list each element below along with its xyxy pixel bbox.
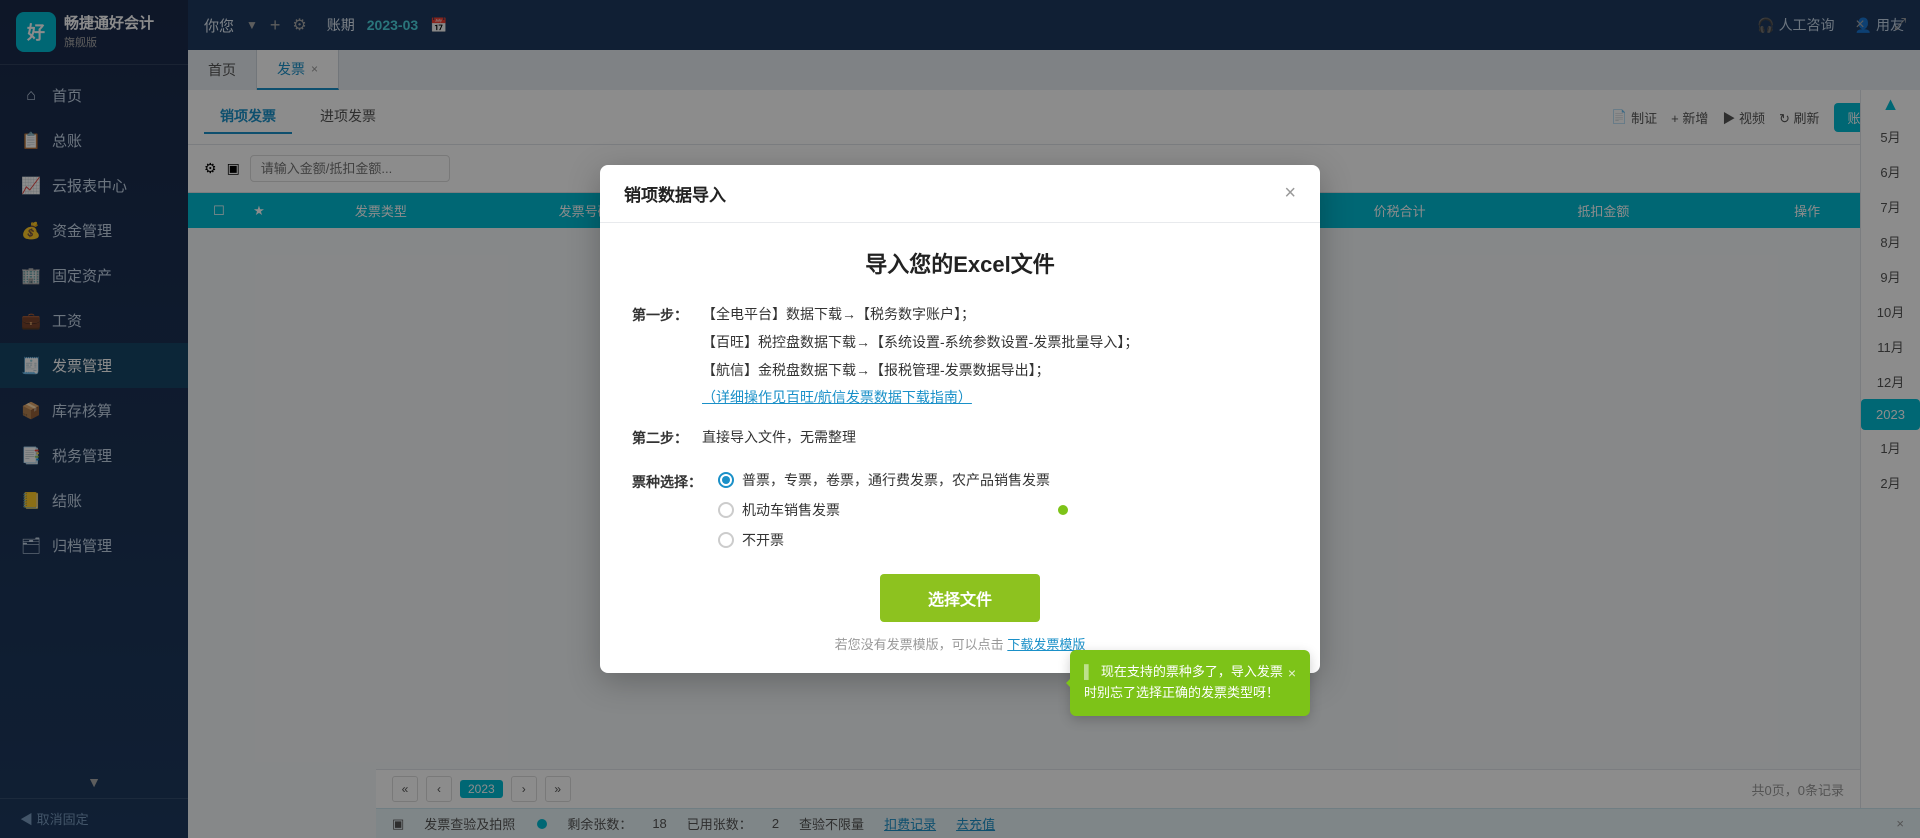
step2-label: 第二步： bbox=[632, 426, 702, 454]
radio-1-dot bbox=[722, 476, 730, 484]
radio-option-2[interactable]: 机动车销售发票 bbox=[718, 500, 1050, 520]
radio-3-circle[interactable] bbox=[718, 532, 734, 548]
step1-content: 【全电平台】数据下载→【税务数字账户】； 【百旺】税控盘数据下载→【系统设置-系… bbox=[702, 303, 1288, 414]
radio-1-label: 普票，专票，卷票，通行费发票，农产品销售发票 bbox=[742, 470, 1050, 490]
step1-row: 第一步： 【全电平台】数据下载→【税务数字账户】； 【百旺】税控盘数据下载→【系… bbox=[632, 303, 1288, 414]
connector-dot bbox=[1058, 505, 1068, 515]
modal-title: 销项数据导入 bbox=[624, 181, 726, 206]
ticket-row: 票种选择： 普票，专票，卷票，通行费发票，农产品销售发票 机动车销售发票 bbox=[632, 470, 1288, 550]
modal-body: 导入您的Excel文件 第一步： 【全电平台】数据下载→【税务数字账户】； 【百… bbox=[600, 223, 1320, 673]
select-file-label: 选择文件 bbox=[928, 592, 992, 609]
ticket-section: 票种选择： 普票，专票，卷票，通行费发票，农产品销售发票 机动车销售发票 bbox=[632, 470, 1288, 550]
download-guide-link[interactable]: （详细操作见百旺/航信发票数据下载指南） bbox=[702, 389, 972, 405]
tooltip-text: 现在支持的票种多了，导入发票时别忘了选择正确的发票类型呀！ bbox=[1084, 664, 1283, 700]
step1-line-1: 【全电平台】数据下载→【税务数字账户】； bbox=[702, 303, 1288, 327]
step2-text: 直接导入文件，无需整理 bbox=[702, 426, 1288, 450]
radio-2-label: 机动车销售发票 bbox=[742, 500, 840, 520]
step1-line-2: 【百旺】税控盘数据下载→【系统设置-系统参数设置-发票批量导入】； bbox=[702, 331, 1288, 355]
ticket-label: 票种选择： bbox=[632, 470, 702, 492]
step1-label: 第一步： bbox=[632, 303, 702, 414]
tooltip-bar: ▌ bbox=[1084, 664, 1093, 679]
footer-text: 若您没有发票模版，可以点击 bbox=[835, 637, 1004, 652]
modal-overlay: 销项数据导入 × 导入您的Excel文件 第一步： 【全电平台】数据下载→【税务… bbox=[0, 0, 1920, 838]
step1-line-3: 【航信】金税盘数据下载→【报税管理-发票数据导出】； bbox=[702, 359, 1288, 383]
step2-content: 直接导入文件，无需整理 bbox=[702, 426, 1288, 454]
radio-option-3[interactable]: 不开票 bbox=[718, 530, 1050, 550]
modal-header: 销项数据导入 × bbox=[600, 165, 1320, 223]
radio-group: 普票，专票，卷票，通行费发票，农产品销售发票 机动车销售发票 不开票 bbox=[710, 470, 1050, 550]
modal-close-button[interactable]: × bbox=[1284, 182, 1296, 205]
select-file-button[interactable]: 选择文件 bbox=[880, 574, 1040, 622]
modal-main-title: 导入您的Excel文件 bbox=[632, 247, 1288, 279]
step2-row: 第二步： 直接导入文件，无需整理 bbox=[632, 426, 1288, 454]
step1-link: （详细操作见百旺/航信发票数据下载指南） bbox=[702, 386, 1288, 410]
tooltip-close-button[interactable]: × bbox=[1288, 662, 1296, 684]
radio-option-1[interactable]: 普票，专票，卷票，通行费发票，农产品销售发票 bbox=[718, 470, 1050, 490]
radio-2-circle[interactable] bbox=[718, 502, 734, 518]
import-modal: 销项数据导入 × 导入您的Excel文件 第一步： 【全电平台】数据下载→【税务… bbox=[600, 165, 1320, 673]
radio-1-circle[interactable] bbox=[718, 472, 734, 488]
radio-3-label: 不开票 bbox=[742, 530, 784, 550]
tooltip-bubble: × ▌ 现在支持的票种多了，导入发票时别忘了选择正确的发票类型呀！ bbox=[1070, 650, 1310, 716]
